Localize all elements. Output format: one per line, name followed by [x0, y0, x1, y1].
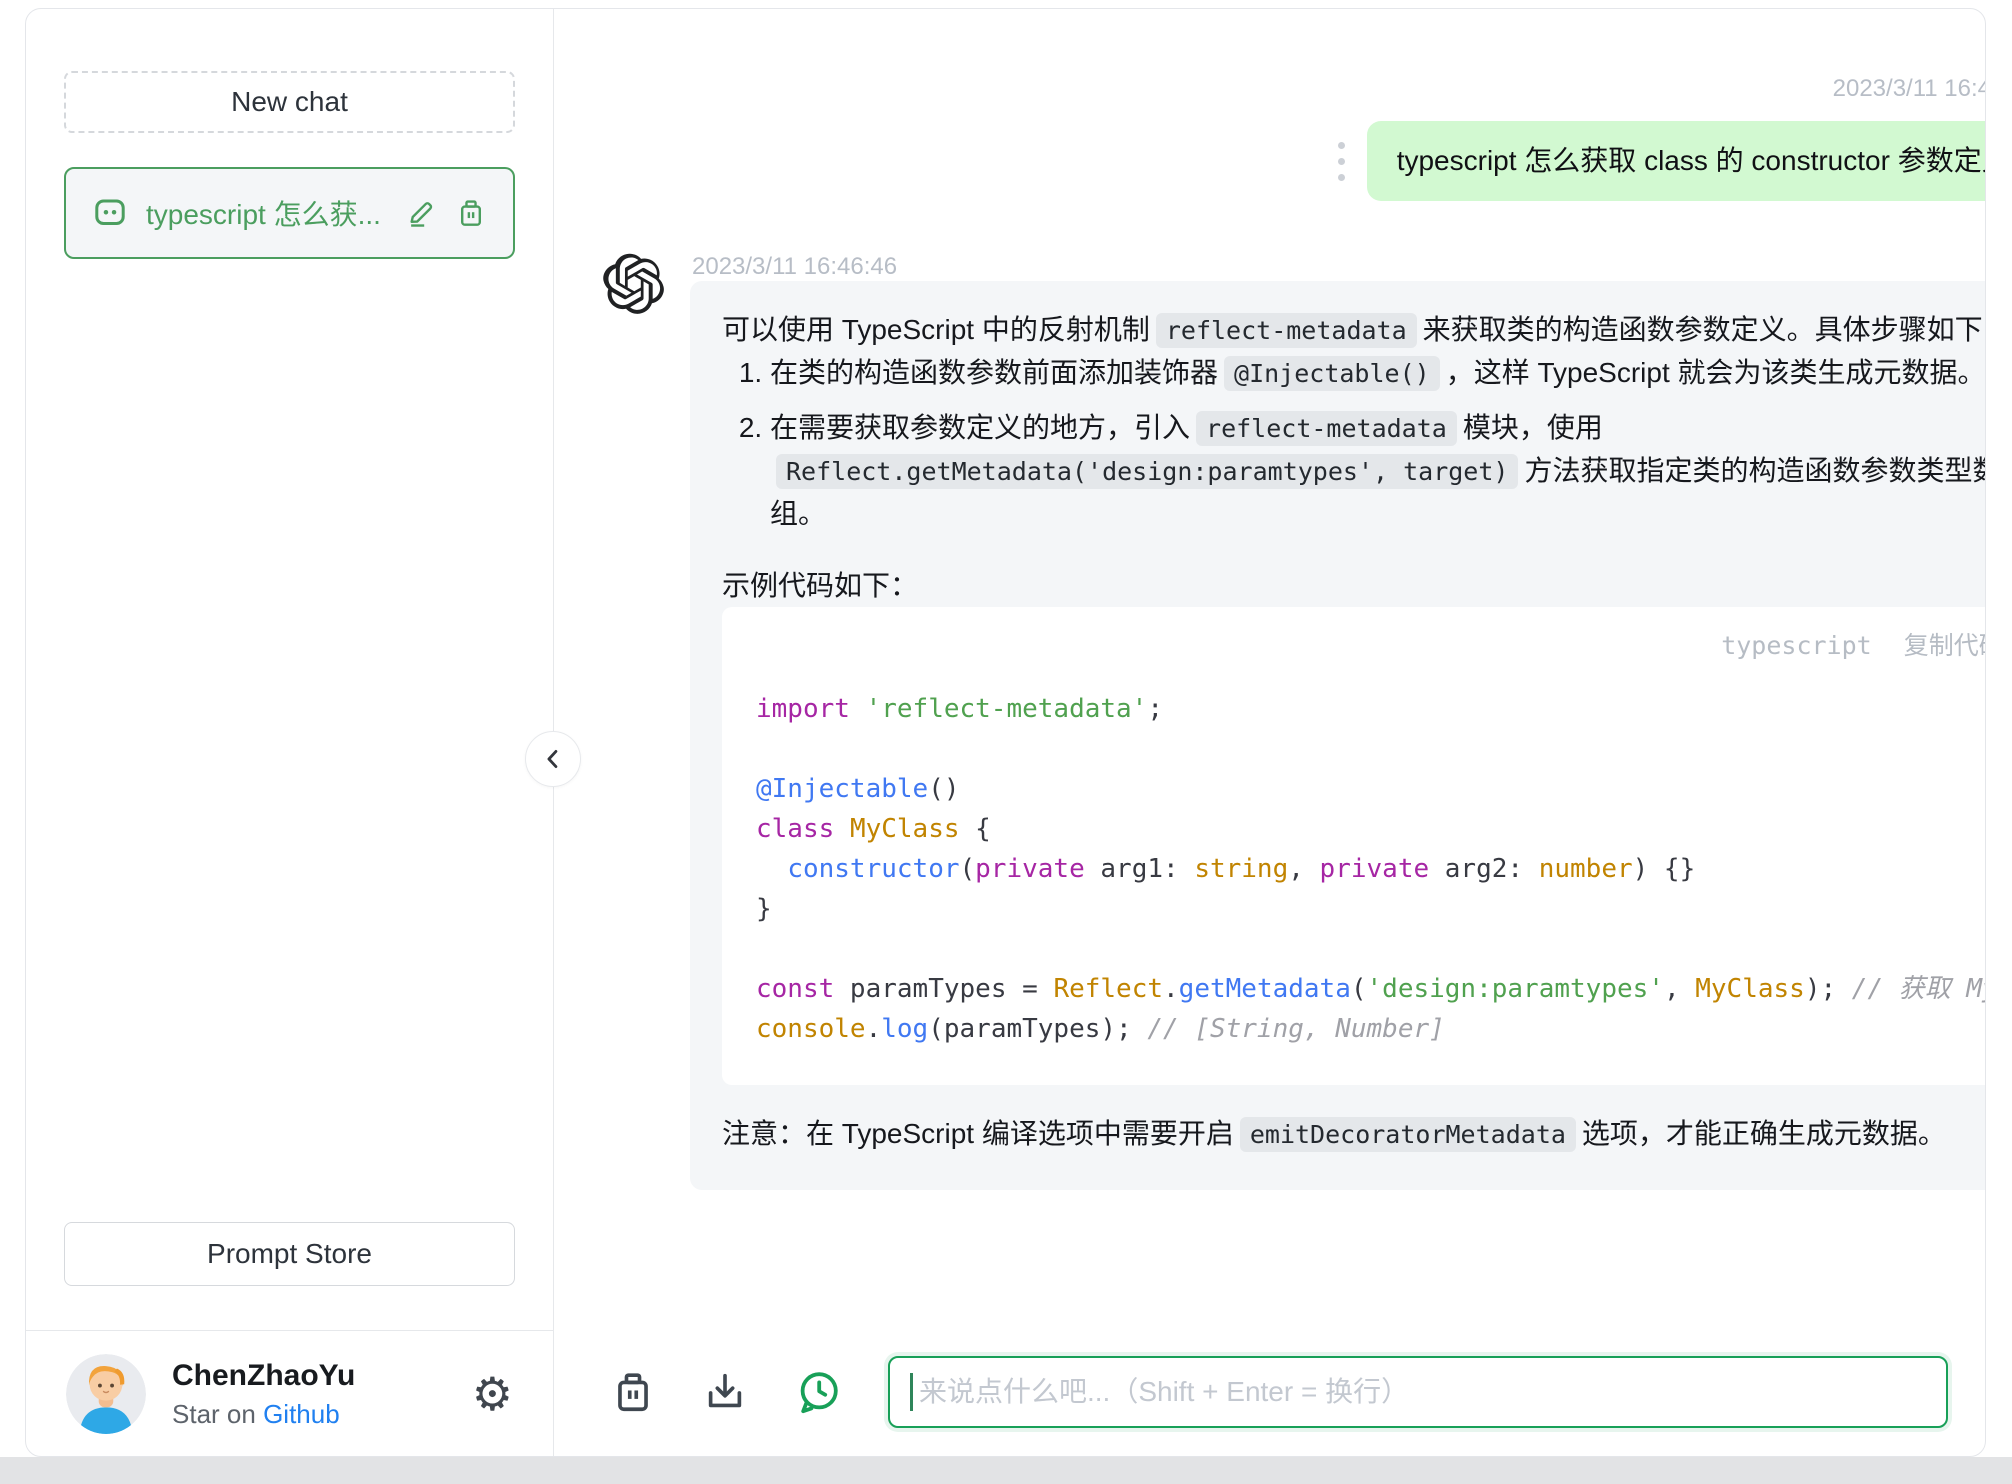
assistant-steps-list: 在类的构造函数参数前面添加装饰器@Injectable()，这样 TypeScr… — [722, 352, 1985, 535]
chat-item-title: typescript 怎么获... — [146, 199, 381, 230]
user-message-options-icon[interactable] — [1337, 141, 1345, 181]
sidebar: New chat typescript 怎么获... Prompt Store … — [26, 9, 581, 1456]
chevron-left-icon — [547, 750, 558, 768]
assistant-message: 2023/3/11 16:46:46 可以使用 TypeScript 中的反射机… — [602, 253, 1986, 1190]
user-message: 2023/3/11 16:46:36 typescript 怎么获取 class… — [602, 69, 1985, 201]
chat-bubble-icon — [95, 199, 125, 225]
clear-chat-button[interactable] — [610, 1369, 656, 1415]
code-block-header: typescript 复制代码 — [722, 607, 1985, 667]
sidebar-item-chat[interactable]: typescript 怎么获... — [64, 167, 515, 259]
assistant-step: 在需要获取参数定义的地方，引入reflect-metadata模块，使用Refl… — [770, 407, 1985, 535]
openai-logo-icon — [603, 253, 664, 314]
download-icon — [708, 1373, 742, 1408]
text-caret — [910, 1373, 913, 1411]
assistant-avatar — [602, 253, 666, 1190]
app-screen: New chat typescript 怎么获... Prompt Store … — [0, 0, 2012, 1484]
example-label: 示例代码如下： — [722, 570, 919, 601]
user-info: ChenZhaoYu Star on Github — [172, 1357, 355, 1430]
code-content: import 'reflect-metadata'; @Injectable()… — [756, 694, 1986, 1044]
assistant-paragraph: 可以使用 TypeScript 中的反射机制 reflect-metadata 来获… — [722, 309, 1985, 352]
assistant-message-timestamp: 2023/3/11 16:46:46 — [692, 253, 898, 280]
copy-code-button[interactable]: 复制代码 — [1904, 625, 1985, 667]
chat-main: 2023/3/11 16:46:36 typescript 怎么获取 class… — [554, 9, 1986, 1456]
user-message-timestamp: 2023/3/11 16:46:36 — [1832, 75, 1985, 102]
edit-icon[interactable] — [405, 197, 437, 229]
settings-gear-icon[interactable]: ⚙ — [472, 1371, 513, 1417]
sidebar-top: New chat typescript 怎么获... — [26, 9, 553, 1222]
chat-history-icon — [800, 1372, 838, 1414]
code-block: typescript 复制代码 import 'reflect-metadata… — [722, 607, 1986, 1085]
assistant-note: 注意：在 TypeScript 编译选项中需要开启 emitDecoratorMe… — [722, 1113, 1985, 1156]
assistant-message-bubble: 可以使用 TypeScript 中的反射机制 reflect-metadata 来获… — [690, 281, 1986, 1190]
message-input[interactable] — [917, 1375, 1926, 1409]
code-language-label: typescript — [1721, 631, 1872, 660]
prompt-store-button[interactable]: Prompt Store — [64, 1222, 515, 1286]
history-button[interactable] — [794, 1368, 842, 1416]
user-name: ChenZhaoYu — [172, 1359, 356, 1393]
message-list: 2023/3/11 16:46:36 typescript 怎么获取 class… — [554, 9, 1986, 1330]
composer-bar — [554, 1330, 1985, 1456]
message-input-wrap — [888, 1356, 1948, 1428]
user-message-bubble: typescript 怎么获取 class 的 constructor 参数定义 — [1366, 121, 1985, 201]
trash-icon — [618, 1373, 648, 1412]
sidebar-collapse-button[interactable] — [525, 731, 581, 787]
new-chat-button[interactable]: New chat — [64, 71, 515, 133]
user-subtitle: Star on Github — [172, 1398, 340, 1429]
user-avatar — [66, 1353, 146, 1434]
app-card: New chat typescript 怎么获... Prompt Store … — [25, 8, 1986, 1457]
github-link[interactable]: Github — [263, 1399, 340, 1429]
sidebar-footer: ChenZhaoYu Star on Github ⚙ — [26, 1330, 553, 1456]
delete-icon[interactable] — [455, 197, 487, 229]
assistant-step: 在类的构造函数参数前面添加装饰器@Injectable()，这样 TypeScr… — [770, 352, 1985, 395]
window-bottom-strip — [0, 1457, 2012, 1484]
export-button[interactable] — [702, 1369, 748, 1415]
